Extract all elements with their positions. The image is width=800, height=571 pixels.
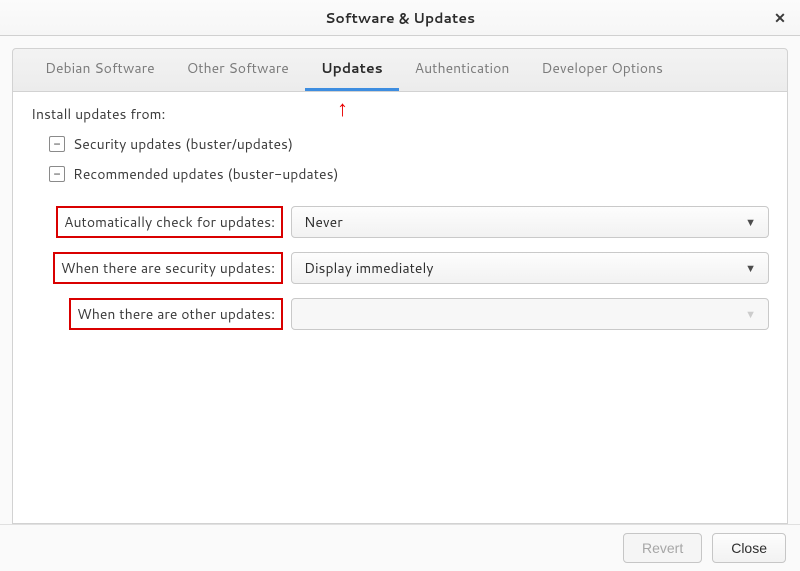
revert-button: Revert bbox=[623, 533, 702, 563]
label-wrap: When there are security updates: bbox=[31, 252, 287, 284]
tab-developer-options[interactable]: Developer Options bbox=[525, 46, 679, 91]
row-other-updates: When there are other updates: ▼ bbox=[31, 298, 769, 330]
partial-check-icon: − bbox=[49, 136, 65, 152]
update-settings-grid: Automatically check for updates: Never ▼… bbox=[31, 206, 769, 330]
window-titlebar: Software & Updates ✕ bbox=[0, 0, 800, 36]
other-updates-combo: ▼ bbox=[291, 298, 769, 330]
label-wrap: Automatically check for updates: bbox=[31, 206, 287, 238]
label-wrap: When there are other updates: bbox=[31, 298, 287, 330]
source-recommended-updates-row[interactable]: − Recommended updates (buster-updates) bbox=[49, 164, 769, 184]
tab-debian-software[interactable]: Debian Software bbox=[29, 46, 171, 91]
tabbar: Debian Software Other Software Updates A… bbox=[12, 48, 788, 92]
partial-check-icon: − bbox=[49, 166, 65, 182]
security-updates-value: Display immediately bbox=[304, 258, 434, 278]
close-button[interactable]: Close bbox=[712, 533, 786, 563]
install-updates-from-label: Install updates from: bbox=[31, 104, 769, 124]
source-recommended-updates-label: Recommended updates (buster-updates) bbox=[73, 164, 339, 184]
close-icon: ✕ bbox=[774, 8, 786, 28]
chevron-down-icon: ▼ bbox=[745, 306, 756, 322]
auto-check-value: Never bbox=[304, 212, 343, 232]
updates-panel: ↑ Install updates from: − Security updat… bbox=[12, 92, 788, 524]
row-security-updates: When there are security updates: Display… bbox=[31, 252, 769, 284]
window-close-button[interactable]: ✕ bbox=[768, 6, 792, 30]
tab-authentication[interactable]: Authentication bbox=[399, 46, 526, 91]
auto-check-combo[interactable]: Never ▼ bbox=[291, 206, 769, 238]
security-updates-combo[interactable]: Display immediately ▼ bbox=[291, 252, 769, 284]
dialog-footer: Revert Close bbox=[0, 524, 800, 570]
source-security-updates-row[interactable]: − Security updates (buster/updates) bbox=[49, 134, 769, 154]
chevron-down-icon: ▼ bbox=[745, 214, 756, 230]
other-updates-label: When there are other updates: bbox=[69, 298, 283, 330]
chevron-down-icon: ▼ bbox=[745, 260, 756, 276]
source-security-updates-label: Security updates (buster/updates) bbox=[73, 134, 293, 154]
row-auto-check: Automatically check for updates: Never ▼ bbox=[31, 206, 769, 238]
auto-check-label: Automatically check for updates: bbox=[56, 206, 283, 238]
tab-updates[interactable]: Updates bbox=[305, 46, 399, 91]
security-updates-label: When there are security updates: bbox=[53, 252, 283, 284]
window-title: Software & Updates bbox=[325, 8, 475, 28]
tab-other-software[interactable]: Other Software bbox=[171, 46, 305, 91]
